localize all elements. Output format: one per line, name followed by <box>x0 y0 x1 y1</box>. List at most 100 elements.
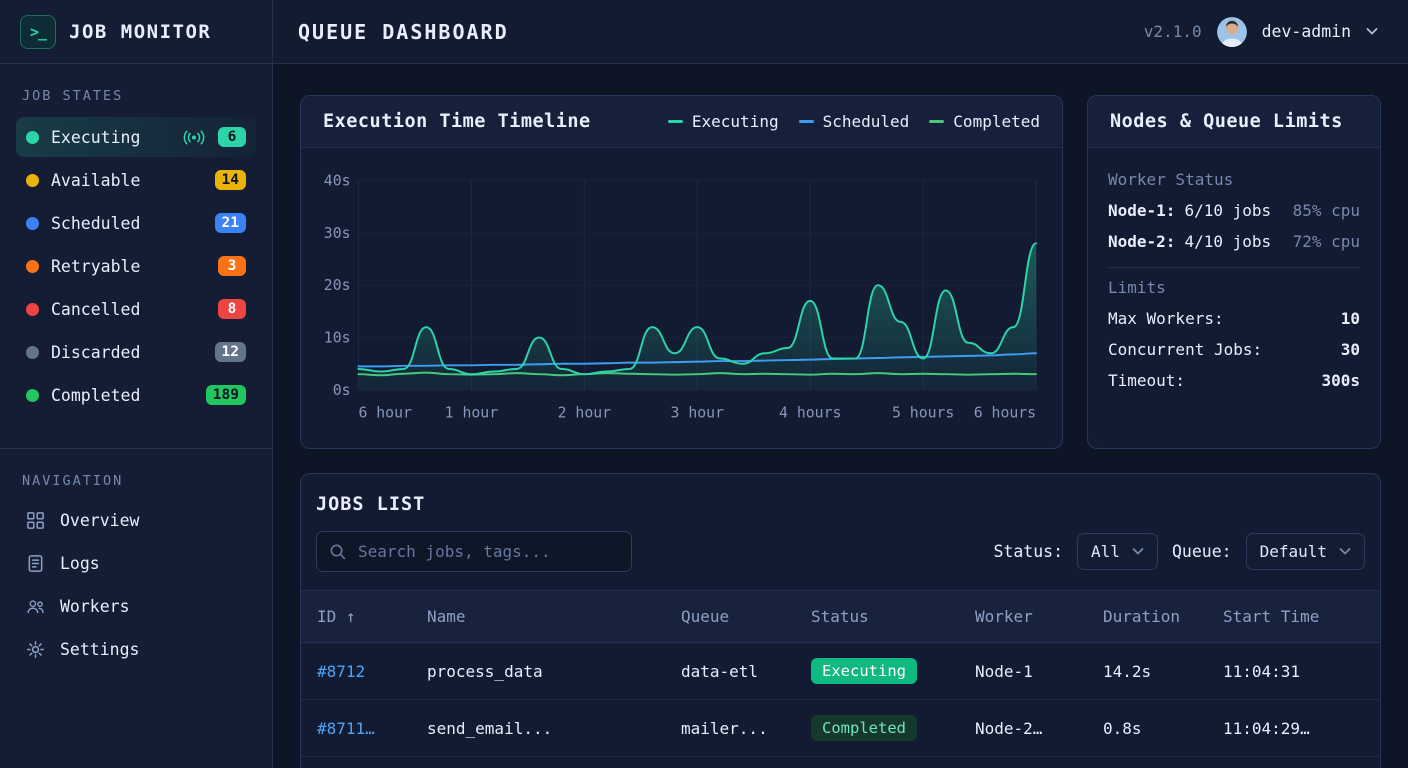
search-box[interactable] <box>316 531 632 572</box>
column-header-0[interactable]: ID ↑ <box>301 590 415 643</box>
chart-area: 0s 10s 20s 30s 40s 6 hour 1 hour 2 hour 3 hour 4 … <box>301 148 1062 448</box>
legend-item-scheduled[interactable]: Scheduled <box>798 112 909 131</box>
limit-row: Concurrent Jobs: 30 <box>1108 340 1360 359</box>
sidebar: >_ JOB MONITOR JOB STATES Executing 6 Avai… <box>0 0 273 768</box>
sidebar-state-cancelled[interactable]: Cancelled 8 <box>16 289 256 329</box>
cell-id[interactable]: #8712 <box>301 642 415 700</box>
sidebar-state-executing[interactable]: Executing 6 <box>16 117 256 157</box>
jobs-list-title: JOBS LIST <box>316 494 426 515</box>
brand: >_ JOB MONITOR <box>0 0 272 64</box>
state-label: Completed <box>51 385 141 405</box>
cell-id[interactable]: #8711… <box>301 699 415 757</box>
cell-worker: Node-1 <box>963 642 1091 700</box>
sidebar-item-settings[interactable]: Settings <box>16 628 256 671</box>
limit-label: Max Workers: <box>1108 309 1224 328</box>
main-column: QUEUE DASHBOARD v2.1.0 dev-admin Executi… <box>273 0 1408 768</box>
timeline-title: Execution Time Timeline <box>323 111 591 132</box>
svg-text:0s: 0s <box>333 382 351 399</box>
svg-text:10s: 10s <box>324 329 351 346</box>
column-header-4[interactable]: Worker <box>963 590 1091 643</box>
limit-value: 30 <box>1340 340 1360 359</box>
legend-label: Executing <box>691 112 779 131</box>
table-header-row: ID ↑ Name Queue Status Worker Duration Start T… <box>301 590 1380 643</box>
svg-text:20s: 20s <box>324 277 351 294</box>
worker-status-label: Worker Status <box>1108 170 1234 189</box>
nav-item-label: Overview <box>60 511 140 530</box>
nodes-card-title: Nodes & Queue Limits <box>1110 111 1343 132</box>
timeline-card-header: Execution Time Timeline Executing Schedul… <box>301 96 1062 148</box>
grid-icon <box>26 511 45 530</box>
state-label: Available <box>51 170 141 190</box>
job-states-label: JOB STATES <box>22 88 124 104</box>
cell-name: process_data <box>415 642 669 700</box>
svg-text:3 hour: 3 hour <box>671 405 725 422</box>
limit-label: Timeout: <box>1108 371 1186 390</box>
node-name: Node-2: <box>1108 232 1176 251</box>
cell-start-time: 11:04:29 <box>1211 756 1380 768</box>
chevron-down-icon[interactable] <box>1366 27 1378 36</box>
state-dot <box>26 173 39 187</box>
sidebar-state-available[interactable]: Available 14 <box>16 160 256 200</box>
node-cpu: 72% cpu <box>1292 232 1360 251</box>
chevron-down-icon <box>1132 547 1144 556</box>
nodes-card-body: Worker Status Node-1: 6/10 jobs 85% cpu Nod… <box>1088 148 1380 414</box>
sidebar-state-discarded[interactable]: Discarded 12 <box>16 332 256 372</box>
state-count-badge: 189 <box>205 385 246 405</box>
cell-status: Executing <box>799 642 963 700</box>
legend-item-completed[interactable]: Completed <box>929 112 1040 131</box>
limits-list: Max Workers: 10 Concurrent Jobs: 30 Timeout:… <box>1108 309 1360 390</box>
table-row[interactable]: #8710process_datamailerScheduledNode-10.… <box>301 756 1380 768</box>
state-count-badge: 12 <box>214 342 246 362</box>
search-input[interactable] <box>356 541 619 562</box>
cell-name: process_data <box>415 756 669 768</box>
execution-time-chart: 0s 10s 20s 30s 40s 6 hour 1 hour 2 hour 3 hour 4 … <box>324 172 1038 422</box>
svg-text:40s: 40s <box>324 172 351 189</box>
legend-swatch <box>667 120 683 123</box>
cell-queue: mailer... <box>669 699 799 757</box>
state-dot <box>26 259 39 273</box>
column-header-5[interactable]: Duration <box>1091 590 1211 643</box>
sidebar-item-workers[interactable]: Workers <box>16 585 256 628</box>
table-row[interactable]: #8712 process_data data-etl Executing Node-1… <box>301 642 1380 700</box>
legend-item-executing[interactable]: Executing <box>667 112 779 131</box>
queue-filter-select[interactable]: Default <box>1245 533 1365 570</box>
state-label: Discarded <box>51 342 141 362</box>
version-label: v2.1.0 <box>1143 22 1202 41</box>
legend-swatch <box>929 120 945 123</box>
sidebar-state-completed[interactable]: Completed 189 <box>16 375 256 415</box>
nodes-card-header: Nodes & Queue Limits <box>1088 96 1380 148</box>
status-filter-select[interactable]: All <box>1077 533 1158 570</box>
limit-label: Concurrent Jobs: <box>1108 340 1263 359</box>
user-menu[interactable]: dev-admin <box>1262 22 1351 41</box>
sidebar-item-overview[interactable]: Overview <box>16 499 256 542</box>
page-title: QUEUE DASHBOARD <box>298 19 509 44</box>
cell-id[interactable]: #8710 <box>301 756 415 768</box>
state-label: Cancelled <box>51 299 141 319</box>
cell-queue: data-etl <box>669 642 799 700</box>
column-header-6[interactable]: Start Time <box>1211 590 1380 643</box>
cell-start-time: 11:04:29… <box>1211 699 1380 757</box>
queue-filter-value: Default <box>1259 542 1327 561</box>
cell-status: Completed <box>799 699 963 757</box>
topbar-right: v2.1.0 dev-admin <box>1143 16 1378 47</box>
state-count-badge: 14 <box>214 170 246 190</box>
legend-label: Completed <box>953 112 1040 131</box>
column-header-3[interactable]: Status <box>799 590 963 643</box>
sidebar-item-logs[interactable]: Logs <box>16 542 256 585</box>
column-header-2[interactable]: Queue <box>669 590 799 643</box>
top-grid: Execution Time Timeline Executing Schedul… <box>300 95 1381 449</box>
navigation-label: NAVIGATION <box>0 448 272 489</box>
sidebar-state-scheduled[interactable]: Scheduled 21 <box>16 203 256 243</box>
svg-text:6 hours: 6 hours <box>974 405 1036 422</box>
status-badge: Completed <box>811 715 917 741</box>
state-dot <box>26 302 39 316</box>
sidebar-state-retryable[interactable]: Retryable 3 <box>16 246 256 286</box>
avatar[interactable] <box>1216 16 1247 47</box>
column-header-1[interactable]: Name <box>415 590 669 643</box>
cell-worker: Node-2… <box>963 699 1091 757</box>
settings-icon <box>26 640 45 659</box>
cell-queue: mailer <box>669 756 799 768</box>
table-row[interactable]: #8711… send_email... mailer... Completed Nod… <box>301 699 1380 757</box>
job-states-list: Executing 6 Available 14 Scheduled 21 Retryabl… <box>16 114 256 418</box>
filters: Status: All Queue: Default <box>994 533 1365 570</box>
